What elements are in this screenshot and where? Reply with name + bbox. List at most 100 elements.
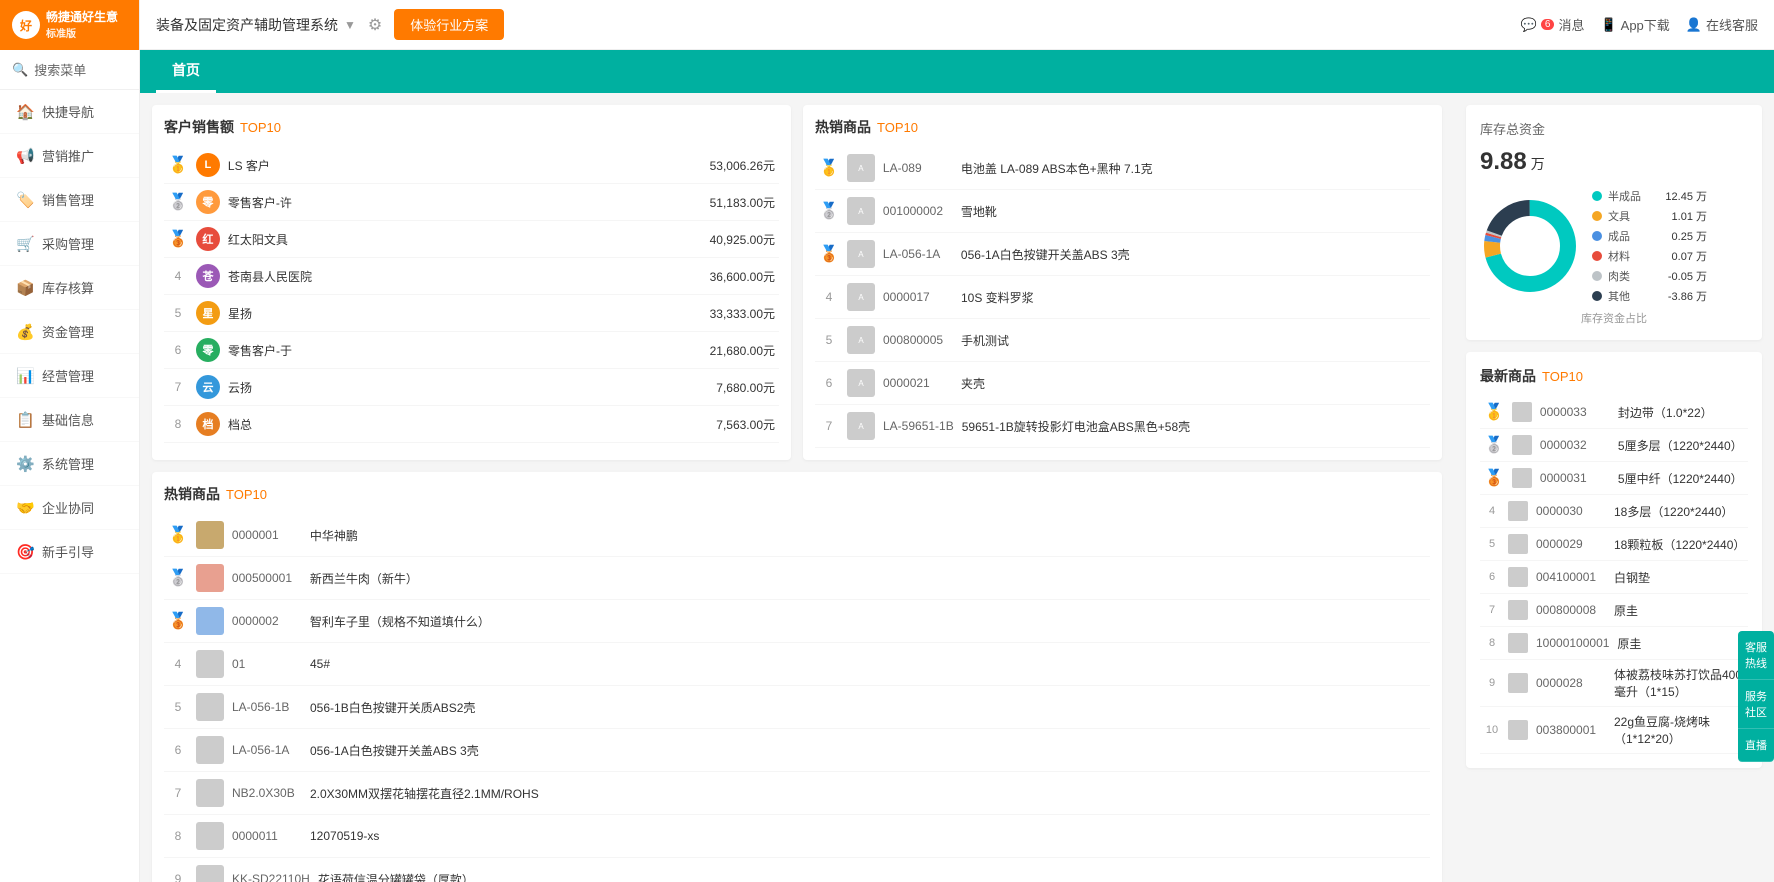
rank-row-1: 🥇 L LS 客户 53,006.26元 xyxy=(164,147,779,184)
hot-products-main-card: 热销商品 TOP10 🥇 0000001 中华神鹏 🥈 000500001 新 xyxy=(152,472,1442,882)
marketing-icon: 📢 xyxy=(16,147,34,165)
legend-item-4: 材料 0.07 万 xyxy=(1592,248,1707,264)
search-menu[interactable]: 🔍 搜索菜单 xyxy=(0,50,139,90)
product-row-7: 7 NB2.0X30B 2.0X30MM双摆花轴摆花直径2.1MM/ROHS xyxy=(164,772,1430,815)
sidebar-item-system[interactable]: ⚙️ 系统管理 xyxy=(0,442,139,486)
sidebar-item-quicknav-label: 快捷导航 xyxy=(42,102,94,121)
topbar-app-download[interactable]: 📱 App下载 xyxy=(1600,15,1669,34)
sidebar-item-operations[interactable]: 📊 经营管理 xyxy=(0,354,139,398)
product-row-1: 🥇 0000001 中华神鹏 xyxy=(164,514,1430,557)
topbar-dropdown-icon[interactable]: ▼ xyxy=(344,18,356,32)
product-name-1: 中华神鹏 xyxy=(310,527,1426,544)
lp-icon-3 xyxy=(1512,468,1532,488)
logo-title: 畅捷通好生意 xyxy=(46,10,118,26)
sidebar-item-inventory[interactable]: 📦 库存核算 xyxy=(0,266,139,310)
product-name-2: 新西兰牛肉（新牛） xyxy=(310,570,1426,587)
hr-product-name-6: 夹壳 xyxy=(961,375,1426,392)
hr-product-img-4: A xyxy=(847,283,875,311)
product-medal-2: 🥈 xyxy=(168,568,188,588)
sidebar-item-system-label: 系统管理 xyxy=(42,454,94,473)
lp-code-1: 0000033 xyxy=(1540,405,1610,419)
main-content: 客户销售额 TOP10 🥇 L LS 客户 53,006.26元 🥈 零 xyxy=(140,93,1454,882)
lp-code-9: 0000028 xyxy=(1536,676,1606,690)
operations-icon: 📊 xyxy=(16,367,34,385)
lp-name-5: 18颗粒板（1220*2440） xyxy=(1614,536,1744,553)
lp-code-3: 0000031 xyxy=(1540,471,1610,485)
rank-6-value: 21,680.00元 xyxy=(710,342,775,359)
lp-medal-1: 🥇 xyxy=(1484,402,1504,422)
sidebar-item-purchase[interactable]: 🛒 采购管理 xyxy=(0,222,139,266)
product-img-5 xyxy=(196,693,224,721)
donut-area: 半成品 12.45 万 文具 1.01 万 成品 0.25 万 xyxy=(1480,188,1748,304)
topbar-online-service[interactable]: 👤 在线客服 xyxy=(1686,15,1758,34)
sidebar-item-collab-label: 企业协同 xyxy=(42,498,94,517)
sidebar-nav: 🏠 快捷导航 📢 营销推广 🏷️ 销售管理 🛒 采购管理 📦 库存核算 💰 资金… xyxy=(0,90,139,882)
product-name-9: 花语荷信温分罐罐袋（厚款） xyxy=(318,871,1426,882)
hot-products-right-title: 热销商品 xyxy=(815,117,871,137)
sidebar-item-basic[interactable]: 📋 基础信息 xyxy=(0,398,139,442)
sidebar: 好 畅捷通好生意 标准版 🔍 搜索菜单 🏠 快捷导航 📢 营销推广 🏷️ 销售管… xyxy=(0,0,140,882)
product-code-3: 0000002 xyxy=(232,614,302,628)
legend-item-5: 肉类 -0.05 万 xyxy=(1592,268,1707,284)
lp-row-3: 🥉 0000031 5厘中纤（1220*2440） xyxy=(1480,462,1748,495)
rank-4-name: 苍南县人民医院 xyxy=(228,268,702,285)
rank-6-name: 零售客户-于 xyxy=(228,342,702,359)
inventory-title: 库存总资金 xyxy=(1480,119,1545,138)
sidebar-logo: 好 畅捷通好生意 标准版 xyxy=(0,0,139,50)
sidebar-item-quicknav[interactable]: 🏠 快捷导航 xyxy=(0,90,139,134)
tab-home[interactable]: 首页 xyxy=(156,50,216,93)
logo-sub: 标准版 xyxy=(46,25,118,40)
sidebar-item-sales[interactable]: 🏷️ 销售管理 xyxy=(0,178,139,222)
lp-row-4: 4 0000030 18多层（1220*2440） xyxy=(1480,495,1748,528)
product-code-5: LA-056-1B xyxy=(232,700,302,714)
hr-rank-5: 5 xyxy=(819,333,839,347)
legend-dot-6 xyxy=(1592,291,1602,301)
legend-label-3: 成品 xyxy=(1608,228,1641,244)
lp-icon-6 xyxy=(1508,567,1528,587)
rank-row-4: 4 苍 苍南县人民医院 36,600.00元 xyxy=(164,258,779,295)
lp-num-5: 5 xyxy=(1484,538,1500,550)
product-img-4 xyxy=(196,650,224,678)
sidebar-item-finance[interactable]: 💰 资金管理 xyxy=(0,310,139,354)
sidebar-item-guide[interactable]: 🎯 新手引导 xyxy=(0,530,139,574)
trial-btn[interactable]: 体验行业方案 xyxy=(394,9,504,40)
hr-product-code-6: 0000021 xyxy=(883,376,953,390)
legend-value-3: 0.25 万 xyxy=(1647,228,1707,244)
lp-code-6: 004100001 xyxy=(1536,570,1606,584)
logo-icon: 好 xyxy=(12,11,40,39)
product-rank-7: 7 xyxy=(168,786,188,800)
rank-4-value: 36,600.00元 xyxy=(710,268,775,285)
float-btn-direct[interactable]: 直播 xyxy=(1738,729,1774,762)
lp-row-7: 7 000800008 原圭 xyxy=(1480,594,1748,627)
collab-icon: 🤝 xyxy=(16,499,34,517)
lp-icon-10 xyxy=(1508,720,1528,740)
legend-value-2: 1.01 万 xyxy=(1647,208,1707,224)
finance-icon: 💰 xyxy=(16,323,34,341)
inventory-unit: 万 xyxy=(1531,154,1545,174)
legend-item-1: 半成品 12.45 万 xyxy=(1592,188,1707,204)
home-icon: 🏠 xyxy=(16,103,34,121)
lp-row-2: 🥈 0000032 5厘多层（1220*2440） xyxy=(1480,429,1748,462)
legend-item-6: 其他 -3.86 万 xyxy=(1592,288,1707,304)
lp-name-4: 18多层（1220*2440） xyxy=(1614,503,1744,520)
hr-medal-3: 🥉 xyxy=(819,244,839,264)
hr-product-name-5: 手机测试 xyxy=(961,332,1426,349)
sidebar-item-basic-label: 基础信息 xyxy=(42,410,94,429)
float-btn-service[interactable]: 客服热线 xyxy=(1738,631,1774,680)
lp-num-7: 7 xyxy=(1484,604,1500,616)
search-menu-label: 搜索菜单 xyxy=(34,60,86,79)
sidebar-item-collab[interactable]: 🤝 企业协同 xyxy=(0,486,139,530)
legend-dot-4 xyxy=(1592,251,1602,261)
float-btn-community[interactable]: 服务社区 xyxy=(1738,680,1774,729)
sales-icon: 🏷️ xyxy=(16,191,34,209)
latest-products-card: 最新商品 TOP10 🥇 0000033 封边带（1.0*22） 🥈 00000… xyxy=(1466,352,1762,768)
lp-icon-2 xyxy=(1512,435,1532,455)
topbar-gear-icon[interactable]: ⚙ xyxy=(368,15,382,35)
sidebar-item-marketing[interactable]: 📢 营销推广 xyxy=(0,134,139,178)
online-service-label: 在线客服 xyxy=(1706,15,1758,34)
lp-name-7: 原圭 xyxy=(1614,602,1744,619)
topbar-messages[interactable]: 💬 6 消息 xyxy=(1521,15,1585,34)
sidebar-item-inventory-label: 库存核算 xyxy=(42,278,94,297)
product-row-9: 9 KK-SD22110H 花语荷信温分罐罐袋（厚款） xyxy=(164,858,1430,882)
product-code-8: 0000011 xyxy=(232,829,302,843)
